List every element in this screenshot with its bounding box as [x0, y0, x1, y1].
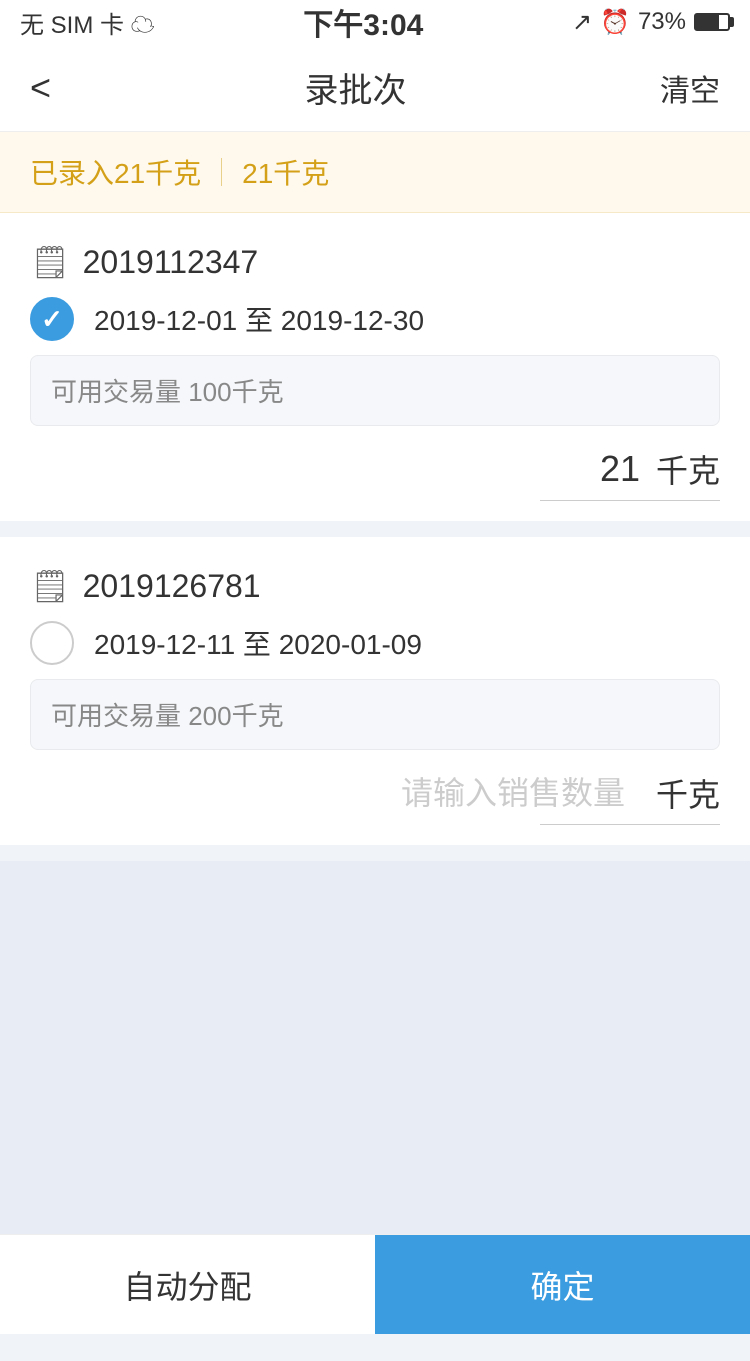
batch-amount-input-2[interactable] [360, 775, 640, 812]
batch-date-row-2: 2019-12-11 至 2020-01-09 [0, 605, 750, 665]
batch-icon-2: 🗒 [30, 567, 71, 605]
batch-id-2: 2019126781 [83, 568, 261, 605]
bottom-bar: 自动分配 确定 [0, 1234, 750, 1334]
batch-date-row-1: 2019-12-01 至 2019-12-30 [0, 281, 750, 341]
recorded-amount-label: 已录入21千克 [30, 152, 201, 192]
battery-icon [694, 13, 730, 31]
batch-unit-2: 千克 [656, 770, 720, 816]
battery-text: 73% [638, 8, 686, 36]
page-title: 录批次 [305, 63, 407, 112]
status-bar: 无 SIM 卡 ☁ 下午3:04 ↗ ⏰ 73% [0, 0, 750, 44]
batch-header-1: 🗒 2019112347 [0, 213, 750, 281]
recorded-amount-value: 21千克 [242, 152, 329, 192]
status-right: ↗ ⏰ 73% [572, 8, 730, 37]
batch-amount-row-1: 21 千克 [0, 426, 750, 492]
alarm-icon: ⏰ [600, 8, 630, 37]
bottom-space [0, 861, 750, 1261]
status-left: 无 SIM 卡 ☁ [20, 5, 155, 40]
separator-1 [0, 521, 750, 537]
batch-radio-2[interactable] [30, 621, 74, 665]
location-icon: ↗ [572, 8, 592, 37]
batch-date-1: 2019-12-01 至 2019-12-30 [94, 299, 424, 339]
sim-text: 无 SIM 卡 ☁ [20, 5, 155, 40]
batch-card-2: 🗒 2019126781 2019-12-11 至 2020-01-09 可用交… [0, 537, 750, 845]
card-pad-1 [0, 501, 750, 521]
clear-button[interactable]: 清空 [660, 66, 720, 110]
batch-unit-1: 千克 [656, 446, 720, 492]
auto-distribute-button[interactable]: 自动分配 [0, 1235, 375, 1334]
card-pad-2 [0, 825, 750, 845]
batch-card-1: 🗒 2019112347 2019-12-01 至 2019-12-30 可用交… [0, 213, 750, 521]
banner-divider [221, 158, 222, 186]
back-button[interactable]: < [30, 67, 51, 109]
batch-avail-2: 可用交易量 200千克 [30, 679, 720, 750]
batch-date-2: 2019-12-11 至 2020-01-09 [94, 623, 422, 663]
batch-id-1: 2019112347 [83, 244, 259, 281]
batch-avail-1: 可用交易量 100千克 [30, 355, 720, 426]
batch-icon-1: 🗒 [30, 243, 71, 281]
batch-radio-1[interactable] [30, 297, 74, 341]
confirm-button[interactable]: 确定 [375, 1235, 750, 1334]
batch-header-2: 🗒 2019126781 [0, 537, 750, 605]
nav-bar: < 录批次 清空 [0, 44, 750, 132]
separator-2 [0, 845, 750, 861]
info-banner: 已录入21千克 21千克 [0, 132, 750, 213]
batch-input-row-2: 千克 [0, 750, 750, 816]
status-time: 下午3:04 [303, 0, 423, 44]
batch-amount-value-1: 21 [600, 448, 640, 490]
